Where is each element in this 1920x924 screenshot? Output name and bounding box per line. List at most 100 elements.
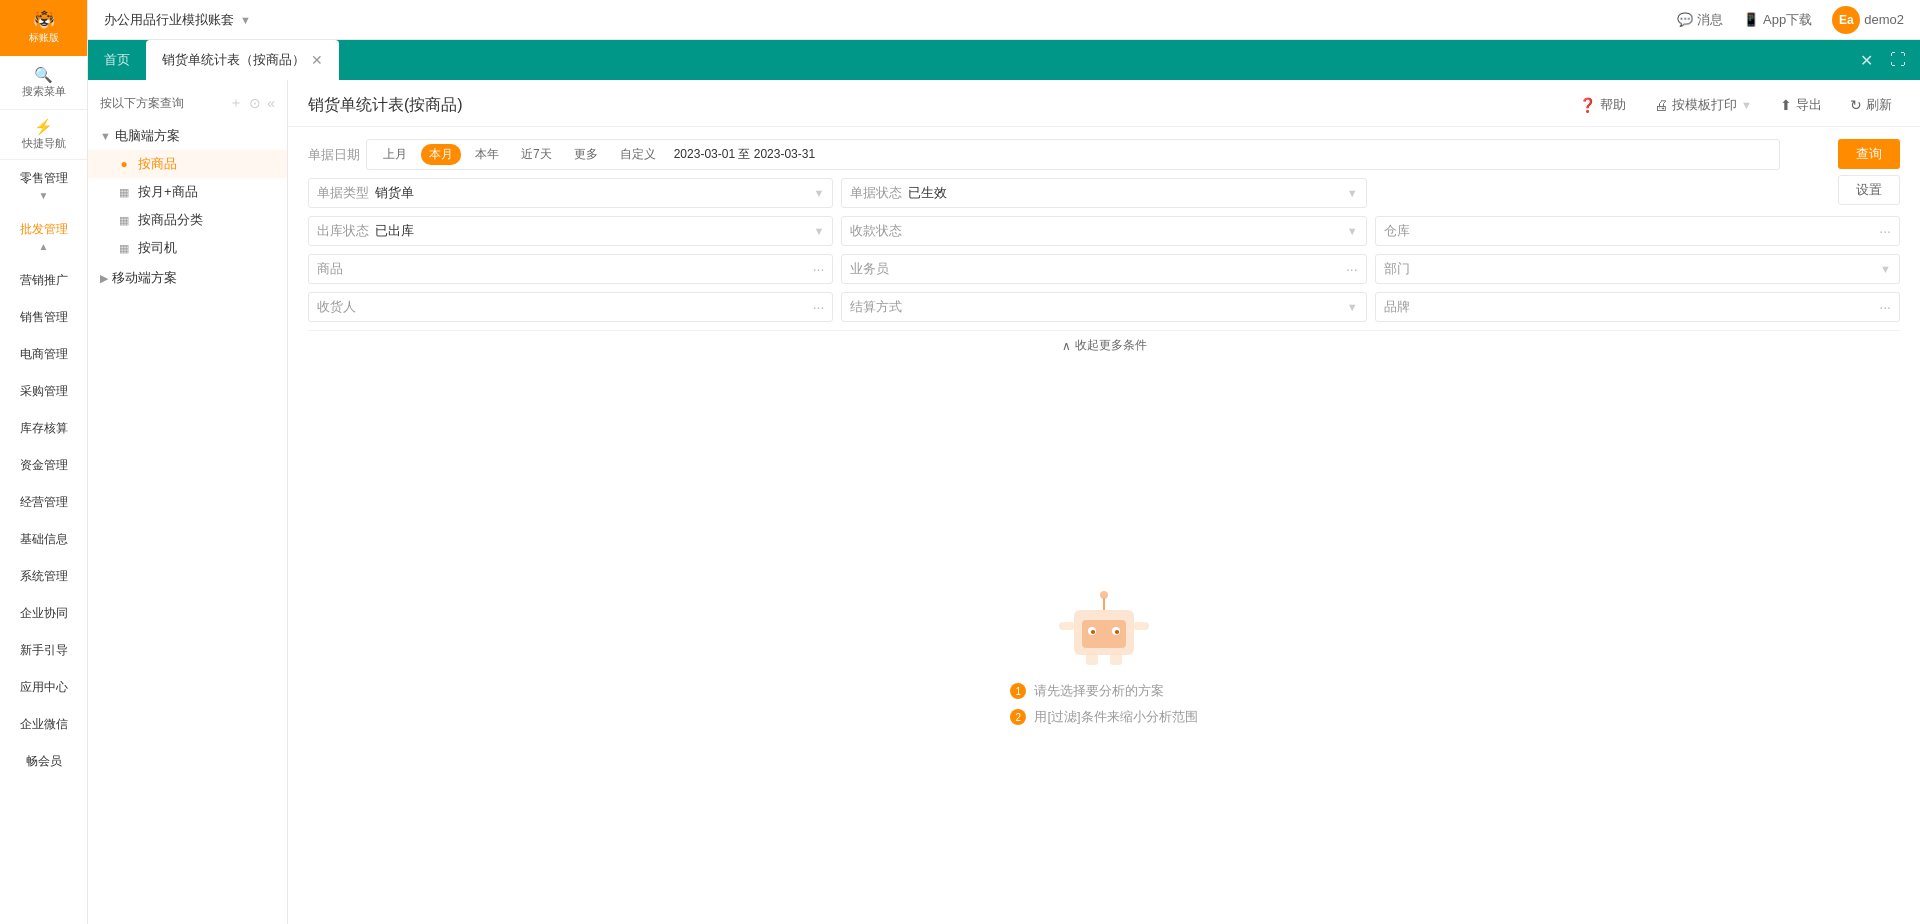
goods-label: 商品: [317, 260, 343, 278]
scheme-by-category[interactable]: ▦ 按商品分类: [88, 206, 287, 234]
settlement-label: 结算方式: [850, 298, 902, 316]
doc-type-label: 单据类型: [317, 184, 369, 202]
sidebar-item-inventory[interactable]: 库存核算: [0, 410, 87, 447]
right-main: 销货单统计表(按商品) ❓ 帮助 🖨 按模板打印 ▼ ⬆ 导出: [288, 80, 1920, 924]
sidebar-item-purchase[interactable]: 采购管理: [0, 373, 87, 410]
scheme-group-pc: ▼ 电脑端方案 ● 按商品 ▦ 按月+商品 ▦ 按商品分类 ▦ 按司机: [88, 122, 287, 262]
out-status-filter[interactable]: 出库状态 已出库 ▼: [308, 216, 833, 246]
panel-title: 按以下方案查询: [100, 95, 184, 112]
svg-rect-8: [1059, 622, 1075, 630]
doc-status-filter[interactable]: 单据状态 已生效 ▼: [841, 178, 1366, 208]
tab-sales-stat[interactable]: 销货单统计表（按商品） ✕: [146, 40, 339, 80]
empty-state: 1 请先选择要分析的方案 2 用[过滤]条件来缩小分析范围: [288, 372, 1920, 924]
sidebar-item-retail[interactable]: 零售管理 ▼: [0, 160, 87, 211]
messages-btn[interactable]: 💬 消息: [1677, 11, 1723, 29]
date-btn-last7[interactable]: 近7天: [513, 144, 560, 165]
filter-row-4: 商品 ··· 业务员 ··· 部门 ▼: [308, 254, 1900, 284]
warehouse-dots-icon: ···: [1879, 223, 1891, 239]
scheme-icon-1: ▦: [116, 184, 132, 200]
scheme-by-goods[interactable]: ● 按商品: [88, 150, 287, 178]
top-header: 办公用品行业模拟账套 ▼ 💬 消息 📱 App下载 Ea demo2: [88, 0, 1920, 40]
payment-status-filter[interactable]: 收款状态 ▼: [841, 216, 1366, 246]
search-menu[interactable]: 🔍 搜索菜单: [0, 56, 87, 110]
app-download-btn[interactable]: 📱 App下载: [1743, 11, 1812, 29]
user-menu[interactable]: Ea demo2: [1832, 6, 1904, 34]
sidebar: 🐯 标账版 🔍 搜索菜单 ⚡ 快捷导航 零售管理 ▼ 批发管理 ▲ 营销推广 销…: [0, 0, 88, 924]
date-btn-custom[interactable]: 自定义: [612, 144, 664, 165]
collapse-panel-icon[interactable]: «: [267, 95, 275, 111]
svg-rect-1: [1082, 620, 1126, 648]
tab-maximize-btn[interactable]: ⛶: [1884, 46, 1912, 74]
goods-filter[interactable]: 商品 ···: [308, 254, 833, 284]
salesperson-label: 业务员: [850, 260, 889, 278]
add-scheme-icon[interactable]: ＋: [229, 94, 243, 112]
panel-header: 按以下方案查询 ＋ ⊙ «: [88, 88, 287, 118]
department-filter[interactable]: 部门 ▼: [1375, 254, 1900, 284]
tab-controls: ✕ ⛶: [1852, 46, 1920, 74]
tab-bar: 首页 销货单统计表（按商品） ✕ ✕ ⛶: [88, 40, 1920, 80]
industry-name: 办公用品行业模拟账套: [104, 11, 234, 29]
print-btn[interactable]: 🖨 按模板打印 ▼: [1646, 92, 1760, 118]
date-range: 2023-03-01 至 2023-03-31: [674, 146, 815, 163]
download-icon: 📱: [1743, 12, 1759, 27]
export-btn[interactable]: ⬆ 导出: [1772, 92, 1830, 118]
retail-arrow-icon: ▼: [39, 190, 49, 201]
sidebar-item-basic[interactable]: 基础信息: [0, 521, 87, 558]
sidebar-item-company[interactable]: 企业协同: [0, 595, 87, 632]
settings-button[interactable]: 设置: [1838, 175, 1900, 205]
filter-row-3: 出库状态 已出库 ▼ 收款状态 ▼ 仓库 ···: [308, 216, 1900, 246]
sidebar-item-finance[interactable]: 资金管理: [0, 447, 87, 484]
help-icon: ❓: [1579, 97, 1596, 113]
scheme-group-mobile-header[interactable]: ▶ 移动端方案: [88, 264, 287, 292]
sidebar-item-operation[interactable]: 经营管理: [0, 484, 87, 521]
query-actions: 查询 设置: [1838, 139, 1900, 205]
industry-selector[interactable]: 办公用品行业模拟账套 ▼: [104, 11, 251, 29]
scheme-group-mobile: ▶ 移动端方案: [88, 264, 287, 292]
sidebar-item-guide[interactable]: 新手引导: [0, 632, 87, 669]
sidebar-item-member[interactable]: 畅会员: [0, 743, 87, 780]
sidebar-item-sales[interactable]: 销售管理: [0, 299, 87, 336]
sidebar-item-marketing[interactable]: 营销推广: [0, 262, 87, 299]
recipient-filter[interactable]: 收货人 ···: [308, 292, 833, 322]
sidebar-item-wholesale[interactable]: 批发管理 ▲: [0, 211, 87, 262]
quick-nav[interactable]: ⚡ 快捷导航: [0, 110, 87, 160]
collapse-button[interactable]: ∧ 收起更多条件: [308, 330, 1900, 360]
scheme-by-cashier[interactable]: ▦ 按司机: [88, 234, 287, 262]
date-btn-lastmonth[interactable]: 上月: [375, 144, 415, 165]
tab-close-btn[interactable]: ✕: [1852, 46, 1880, 74]
help-btn[interactable]: ❓ 帮助: [1571, 92, 1634, 118]
tab-home[interactable]: 首页: [88, 40, 146, 80]
date-btn-thismonth[interactable]: 本月: [421, 144, 461, 165]
mobile-group-icon: ▶: [100, 272, 108, 285]
refresh-btn[interactable]: ↻ 刷新: [1842, 92, 1900, 118]
recipient-dots-icon: ···: [813, 299, 825, 315]
settings-scheme-icon[interactable]: ⊙: [249, 95, 261, 111]
sidebar-item-wechat[interactable]: 企业微信: [0, 706, 87, 743]
scheme-group-pc-header[interactable]: ▼ 电脑端方案: [88, 122, 287, 150]
svg-point-4: [1091, 630, 1095, 634]
doc-type-arrow-icon: ▼: [813, 187, 824, 199]
salesperson-filter[interactable]: 业务员 ···: [841, 254, 1366, 284]
empty-tip-2: 2 用[过滤]条件来缩小分析范围: [1010, 708, 1197, 726]
content-wrapper: 按以下方案查询 ＋ ⊙ « ▼ 电脑端方案 ● 按商品 ▦ 按月: [88, 80, 1920, 924]
query-button[interactable]: 查询: [1838, 139, 1900, 169]
svg-point-7: [1100, 591, 1108, 599]
sidebar-item-ecommerce[interactable]: 电商管理: [0, 336, 87, 373]
sidebar-item-system[interactable]: 系统管理: [0, 558, 87, 595]
print-icon: 🖨: [1654, 97, 1668, 113]
scheme-icon-2: ▦: [116, 212, 132, 228]
sidebar-item-apps[interactable]: 应用中心: [0, 669, 87, 706]
doc-type-filter[interactable]: 单据类型 销货单 ▼: [308, 178, 833, 208]
out-status-arrow-icon: ▼: [813, 225, 824, 237]
refresh-icon: ↻: [1850, 97, 1862, 113]
brand-filter[interactable]: 品牌 ···: [1375, 292, 1900, 322]
message-icon: 💬: [1677, 12, 1693, 27]
warehouse-filter[interactable]: 仓库 ···: [1375, 216, 1900, 246]
tab-close-icon[interactable]: ✕: [311, 53, 323, 67]
scheme-by-month-goods[interactable]: ▦ 按月+商品: [88, 178, 287, 206]
date-btn-thisyear[interactable]: 本年: [467, 144, 507, 165]
settlement-filter[interactable]: 结算方式 ▼: [841, 292, 1366, 322]
avatar: Ea: [1832, 6, 1860, 34]
date-btn-more[interactable]: 更多: [566, 144, 606, 165]
svg-rect-9: [1133, 622, 1149, 630]
